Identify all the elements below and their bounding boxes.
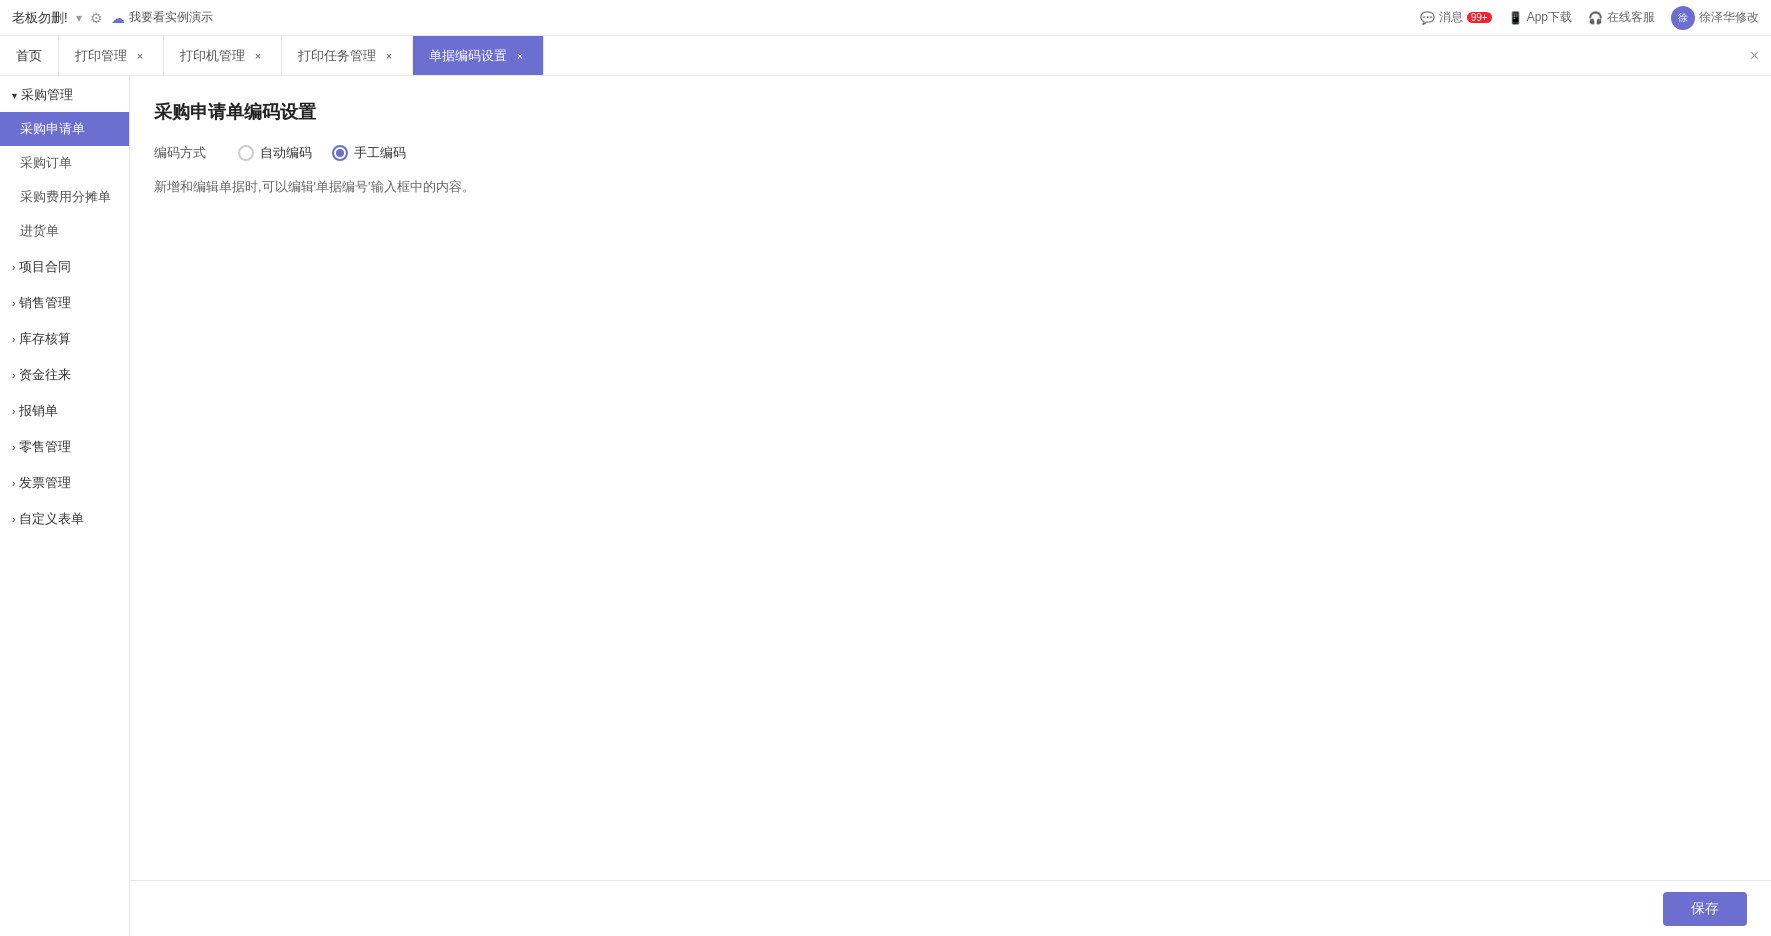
top-bar-right: 💬 消息 99+ 📱 App下载 🎧 在线客服 徐 徐泽华修改 xyxy=(1420,6,1759,30)
cloud-icon: ☁ xyxy=(111,10,125,26)
sidebar-group-funds[interactable]: › 资金往来 xyxy=(0,356,129,392)
sidebar-item-purchase-request[interactable]: 采购申请单 xyxy=(0,112,129,146)
page-title: 采购申请单编码设置 xyxy=(154,100,1747,124)
headset-icon: 🎧 xyxy=(1588,11,1603,25)
tab-close-order-code[interactable]: × xyxy=(513,49,527,63)
chevron-right-icon-2: › xyxy=(12,298,15,309)
chevron-right-icon-7: › xyxy=(12,478,15,489)
app-title: 老板勿删! xyxy=(12,9,68,27)
sidebar-group-invoice[interactable]: › 发票管理 xyxy=(0,464,129,500)
demo-link[interactable]: ☁ 我要看实例演示 xyxy=(111,9,213,26)
save-button[interactable]: 保存 xyxy=(1663,892,1747,926)
tab-bar-close[interactable]: × xyxy=(1738,36,1771,75)
dropdown-icon[interactable]: ▾ xyxy=(76,11,82,25)
avatar: 徐 xyxy=(1671,6,1695,30)
radio-manual-label: 手工编码 xyxy=(354,144,406,162)
footer-bar: 保存 xyxy=(130,880,1771,936)
radio-manual-circle xyxy=(332,145,348,161)
user-menu[interactable]: 徐 徐泽华修改 xyxy=(1671,6,1759,30)
settings-icon[interactable]: ⚙ xyxy=(90,10,103,26)
tab-close-print-task[interactable]: × xyxy=(382,49,396,63)
sidebar-group-purchase-header[interactable]: ▾ 采购管理 xyxy=(0,76,129,112)
content-area: 采购申请单编码设置 编码方式 自动编码 手工编码 新增和编辑单据时,可以编辑'单… xyxy=(130,76,1771,936)
chevron-right-icon-4: › xyxy=(12,370,15,381)
sidebar-group-sales[interactable]: › 销售管理 xyxy=(0,284,129,320)
chevron-right-icon-3: › xyxy=(12,334,15,345)
tab-print-task[interactable]: 打印任务管理 × xyxy=(282,36,413,75)
top-bar-left: 老板勿删! ▾ ⚙ ☁ 我要看实例演示 xyxy=(12,9,213,27)
sidebar-group-custom-forms[interactable]: › 自定义表单 xyxy=(0,500,129,536)
sidebar-group-retail[interactable]: › 零售管理 xyxy=(0,428,129,464)
chevron-right-icon-8: › xyxy=(12,514,15,525)
radio-auto-code[interactable]: 自动编码 xyxy=(238,144,312,162)
tab-order-code[interactable]: 单据编码设置 × xyxy=(413,36,544,75)
tab-printer-management[interactable]: 打印机管理 × xyxy=(164,36,282,75)
radio-auto-circle xyxy=(238,145,254,161)
message-btn[interactable]: 💬 消息 99+ xyxy=(1420,9,1492,26)
main-layout: ▾ 采购管理 采购申请单 采购订单 采购费用分摊单 进货单 › 项目合同 › 销… xyxy=(0,76,1771,936)
message-badge: 99+ xyxy=(1467,12,1492,23)
chevron-right-icon: › xyxy=(12,262,15,273)
sidebar-group-purchase: ▾ 采购管理 采购申请单 采购订单 采购费用分摊单 进货单 xyxy=(0,76,129,248)
content-body: 采购申请单编码设置 编码方式 自动编码 手工编码 新增和编辑单据时,可以编辑'单… xyxy=(130,76,1771,936)
online-service-btn[interactable]: 🎧 在线客服 xyxy=(1588,9,1655,26)
sidebar-group-returns[interactable]: › 报销单 xyxy=(0,392,129,428)
sidebar: ▾ 采购管理 采购申请单 采购订单 采购费用分摊单 进货单 › 项目合同 › 销… xyxy=(0,76,130,936)
tab-close-printer-management[interactable]: × xyxy=(251,49,265,63)
sidebar-group-project-contract[interactable]: › 项目合同 xyxy=(0,248,129,284)
coding-method-row: 编码方式 自动编码 手工编码 xyxy=(154,144,1747,162)
top-bar: 老板勿删! ▾ ⚙ ☁ 我要看实例演示 💬 消息 99+ 📱 App下载 🎧 在… xyxy=(0,0,1771,36)
radio-auto-label: 自动编码 xyxy=(260,144,312,162)
tab-print-management[interactable]: 打印管理 × xyxy=(59,36,164,75)
sidebar-item-incoming[interactable]: 进货单 xyxy=(0,214,129,248)
radio-manual-code[interactable]: 手工编码 xyxy=(332,144,406,162)
hint-text: 新增和编辑单据时,可以编辑'单据编号'输入框中的内容。 xyxy=(154,178,1747,196)
sidebar-item-purchase-order[interactable]: 采购订单 xyxy=(0,146,129,180)
tab-spacer xyxy=(544,36,1738,75)
tab-close-print-management[interactable]: × xyxy=(133,49,147,63)
sidebar-item-purchase-expense[interactable]: 采购费用分摊单 xyxy=(0,180,129,214)
coding-method-label: 编码方式 xyxy=(154,144,214,162)
message-icon: 💬 xyxy=(1420,11,1435,25)
chevron-right-icon-5: › xyxy=(12,406,15,417)
app-download-btn[interactable]: 📱 App下载 xyxy=(1508,9,1572,26)
tab-home[interactable]: 首页 xyxy=(0,36,59,75)
chevron-right-icon-6: › xyxy=(12,442,15,453)
sidebar-group-inventory[interactable]: › 库存核算 xyxy=(0,320,129,356)
radio-group-coding: 自动编码 手工编码 xyxy=(238,144,406,162)
tab-bar: 首页 打印管理 × 打印机管理 × 打印任务管理 × 单据编码设置 × × xyxy=(0,36,1771,76)
chevron-down-icon: ▾ xyxy=(12,90,17,101)
download-icon: 📱 xyxy=(1508,11,1523,25)
